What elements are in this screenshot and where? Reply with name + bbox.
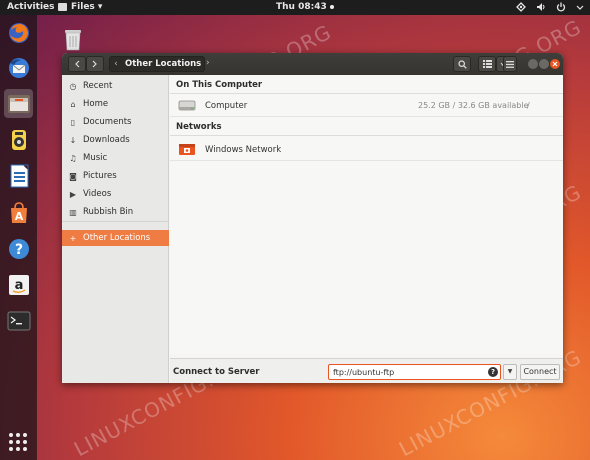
hamburger-menu-icon xyxy=(506,60,514,68)
camera-icon: ◙ xyxy=(69,171,77,181)
back-button[interactable] xyxy=(68,56,86,72)
sidebar-item-other-locations[interactable]: + Other Locations xyxy=(62,230,169,246)
system-tray[interactable] xyxy=(516,2,584,12)
sidebar-item-label: Videos xyxy=(83,189,112,199)
firefox-icon[interactable] xyxy=(4,18,33,47)
network-icon xyxy=(516,2,526,12)
clock[interactable]: Thu 08:43 xyxy=(276,2,334,12)
location-row-windows-network[interactable]: Windows Network xyxy=(170,139,563,161)
svg-text:a: a xyxy=(14,278,23,293)
desktop-trash-icon[interactable] xyxy=(62,27,84,51)
sidebar-item-documents[interactable]: ▯ Documents xyxy=(62,114,169,130)
app-menu-label: Files ▾ xyxy=(71,2,103,12)
server-address-input[interactable] xyxy=(328,364,501,380)
header-bar: ‹ Other Locations › xyxy=(62,53,563,75)
files-app-icon xyxy=(58,3,67,11)
files-icon[interactable] xyxy=(4,89,33,118)
sidebar-item-label: Downloads xyxy=(83,135,130,145)
sidebar-item-rubbish-bin[interactable]: ▥ Rubbish Bin xyxy=(62,204,169,220)
hard-drive-icon xyxy=(178,100,196,111)
path-label: Other Locations xyxy=(125,59,202,69)
sidebar-item-label: Music xyxy=(83,153,108,163)
locations-view: On This Computer Computer 25.2 GB / 32.6… xyxy=(170,75,563,354)
music-icon: ♫ xyxy=(69,153,77,163)
chevron-down-icon xyxy=(576,5,584,10)
sidebar-item-recent[interactable]: ◷ Recent xyxy=(62,78,169,94)
divider xyxy=(170,93,563,94)
rhythmbox-icon[interactable] xyxy=(4,125,33,154)
sidebar: ◷ Recent ⌂ Home ▯ Documents ↓ Downloads … xyxy=(62,75,169,383)
activities-button[interactable]: Activities xyxy=(7,2,55,12)
minimize-button[interactable] xyxy=(528,59,538,69)
sidebar-item-label: Home xyxy=(83,99,109,109)
notification-dot-icon xyxy=(329,4,334,9)
path-bar-current[interactable]: ‹ Other Locations xyxy=(109,56,205,72)
document-icon: ▯ xyxy=(70,117,76,127)
video-icon: ▶ xyxy=(69,189,77,199)
sidebar-item-label: Documents xyxy=(83,117,132,127)
clock-label: Thu 08:43 xyxy=(276,2,327,12)
list-view-icon xyxy=(482,60,492,68)
mount-point: / xyxy=(527,101,530,110)
close-icon xyxy=(552,61,558,67)
files-window: ‹ Other Locations › ◷ Recent ⌂ Home ▯ Do… xyxy=(62,53,563,383)
download-icon: ↓ xyxy=(69,135,77,145)
svg-text:A: A xyxy=(14,210,23,223)
location-name: Computer xyxy=(205,101,248,111)
sidebar-item-videos[interactable]: ▶ Videos xyxy=(62,186,169,202)
chevron-left-icon xyxy=(75,60,80,68)
chevron-right-icon xyxy=(92,60,97,68)
thunderbird-icon[interactable] xyxy=(4,53,33,82)
path-scroll-left-icon: ‹ xyxy=(114,59,118,69)
sidebar-item-pictures[interactable]: ◙ Pictures xyxy=(62,168,169,184)
help-icon[interactable]: ? xyxy=(488,367,498,377)
top-bar: Activities Files ▾ Thu 08:43 xyxy=(0,0,590,15)
location-name: Windows Network xyxy=(205,145,282,155)
search-icon xyxy=(457,59,467,69)
connect-to-server-label: Connect to Server xyxy=(173,367,260,377)
power-icon xyxy=(556,2,566,12)
sidebar-item-music[interactable]: ♫ Music xyxy=(62,150,169,166)
sidebar-item-label: Rubbish Bin xyxy=(83,207,134,217)
help-icon[interactable]: ? xyxy=(4,234,33,263)
sidebar-item-label: Pictures xyxy=(83,171,117,181)
location-row-computer[interactable]: Computer 25.2 GB / 32.6 GB available / xyxy=(170,95,563,117)
app-menu[interactable]: Files ▾ xyxy=(58,2,102,12)
recent-servers-dropdown[interactable]: ▼ xyxy=(503,364,517,380)
clock-icon: ◷ xyxy=(69,81,77,91)
connect-bar: Connect to Server ? ▼ Connect xyxy=(170,358,563,383)
software-center-icon[interactable]: A xyxy=(4,198,33,227)
network-folder-icon xyxy=(179,144,195,155)
show-applications-icon[interactable] xyxy=(9,433,27,451)
volume-icon xyxy=(537,3,545,11)
section-title-networks: Networks xyxy=(176,122,222,132)
svg-text:?: ? xyxy=(14,242,22,258)
forward-button[interactable] xyxy=(86,56,104,72)
section-title-on-this-computer: On This Computer xyxy=(176,80,263,90)
sidebar-divider xyxy=(62,221,169,222)
sidebar-item-label: Other Locations xyxy=(83,233,151,243)
storage-available: 25.2 GB / 32.6 GB available xyxy=(418,101,529,110)
divider xyxy=(170,135,563,136)
dock: A ? a xyxy=(0,15,37,460)
connect-button[interactable]: Connect xyxy=(520,364,560,380)
view-toggle-button[interactable] xyxy=(478,56,496,72)
libreoffice-writer-icon[interactable] xyxy=(4,161,33,190)
sidebar-item-downloads[interactable]: ↓ Downloads xyxy=(62,132,169,148)
menu-button[interactable] xyxy=(503,56,517,72)
sidebar-item-label: Recent xyxy=(83,81,113,91)
path-scroll-right-icon[interactable]: › xyxy=(206,58,210,68)
search-button[interactable] xyxy=(453,56,471,72)
terminal-icon[interactable] xyxy=(4,306,33,335)
home-icon: ⌂ xyxy=(70,99,76,109)
maximize-button[interactable] xyxy=(539,59,549,69)
sidebar-item-home[interactable]: ⌂ Home xyxy=(62,96,169,112)
trash-icon: ▥ xyxy=(69,207,77,217)
amazon-icon[interactable]: a xyxy=(4,270,33,299)
close-button[interactable] xyxy=(550,59,560,69)
plus-icon: + xyxy=(69,233,77,243)
